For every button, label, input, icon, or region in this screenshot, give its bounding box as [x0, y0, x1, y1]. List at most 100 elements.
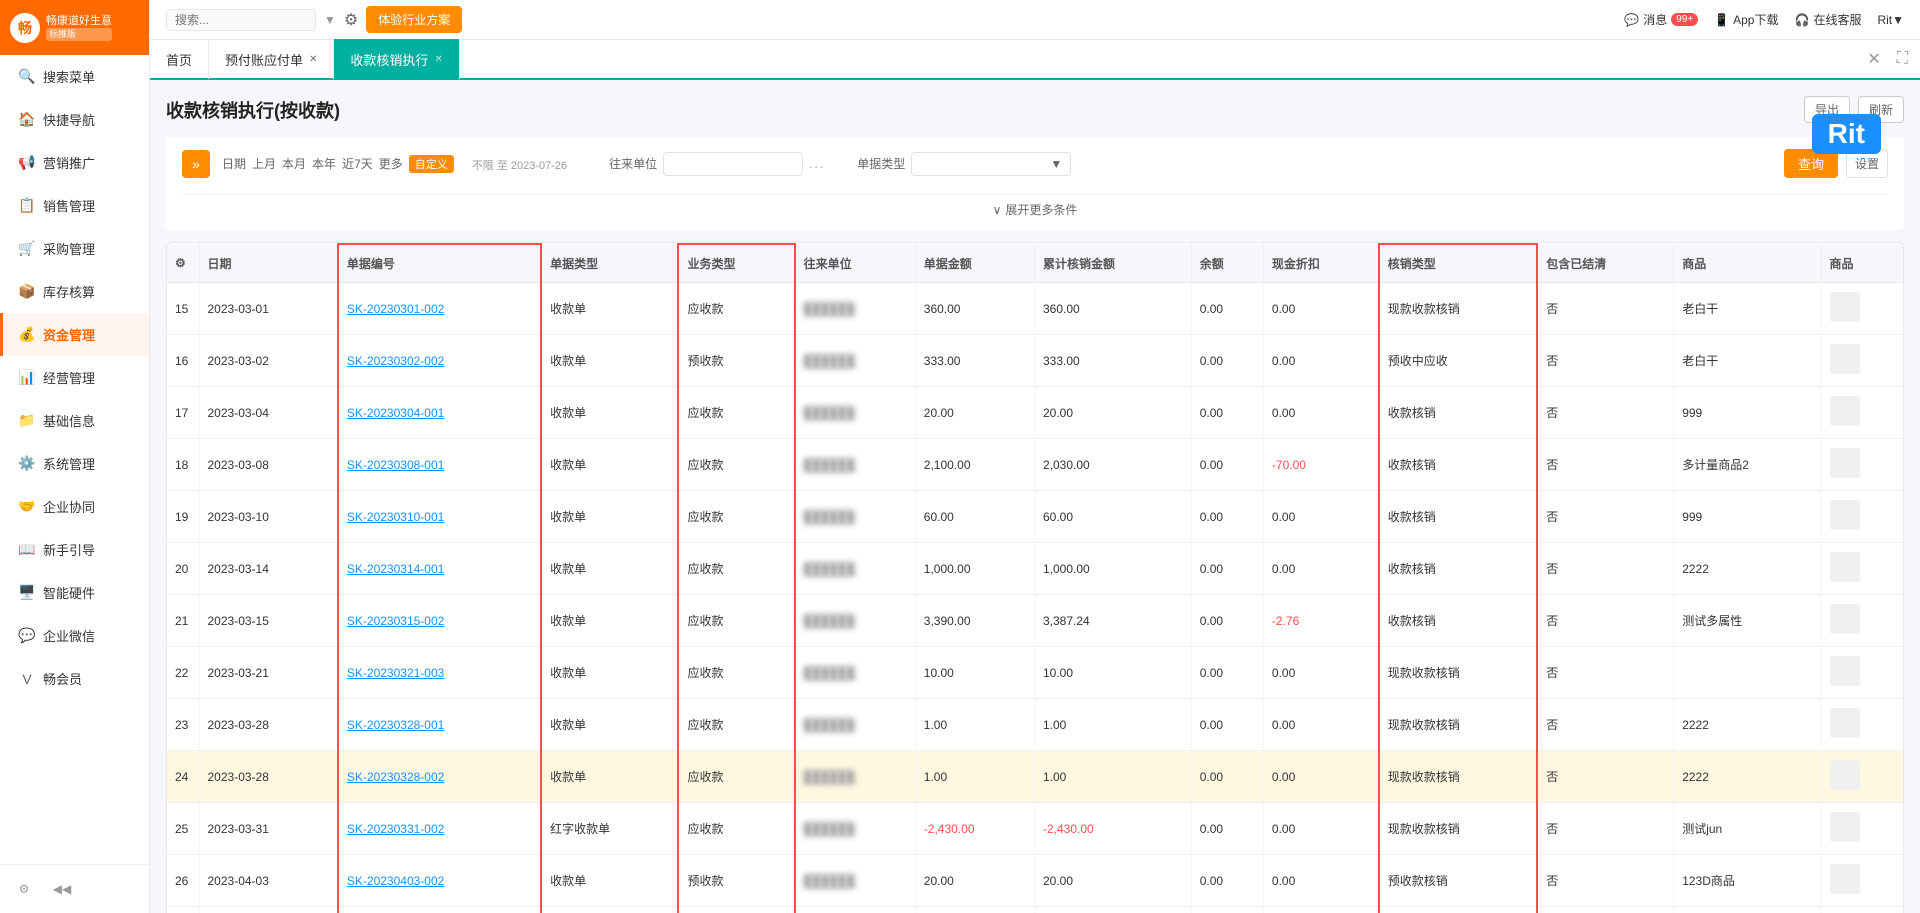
doctype-select[interactable]: ▼: [911, 152, 1071, 176]
doctype-arrow-icon: ▼: [1050, 157, 1062, 171]
date-7days[interactable]: 近7天: [342, 155, 373, 172]
logo-text: 畅康道好生意 标推版: [46, 14, 112, 42]
cell-num: 19: [167, 491, 199, 543]
doc-no-link[interactable]: SK-20230328-002: [347, 770, 444, 784]
settings-icon[interactable]: ⚙: [10, 875, 38, 903]
cell-writeoff-type: 现款收款核销: [1379, 803, 1537, 855]
tab-prepay[interactable]: 预付账应付单 ✕: [209, 39, 334, 79]
sidebar-item-member[interactable]: V畅会员: [0, 657, 149, 700]
cell-discount: 0.00: [1263, 751, 1378, 803]
th-settings[interactable]: ⚙: [167, 244, 199, 283]
cell-num: 22: [167, 647, 199, 699]
cell-writeoff: 100.00: [1035, 907, 1192, 913]
sidebar-item-sales[interactable]: 📋销售管理: [0, 184, 149, 227]
messages-button[interactable]: 💬 消息 99+: [1624, 11, 1698, 28]
cell-amount: 100.00: [915, 907, 1034, 913]
user-profile[interactable]: Rit▼: [1877, 13, 1904, 27]
table-row: 18 2023-03-08 SK-20230308-001 收款单 应收款 ██…: [167, 439, 1903, 491]
app-download-button[interactable]: 📱 App下载: [1714, 11, 1778, 28]
doc-no-link[interactable]: SK-20230321-003: [347, 666, 444, 680]
date-this-month[interactable]: 本月: [282, 155, 306, 172]
cell-biz-type: 应收款: [678, 647, 794, 699]
sidebar-item-inventory[interactable]: 📦库存核算: [0, 270, 149, 313]
cell-date: 2023-03-28: [199, 699, 338, 751]
doc-no-link[interactable]: SK-20230331-002: [347, 822, 444, 836]
close-tab-icon[interactable]: ✕: [1863, 49, 1884, 69]
cell-partner: ██████: [795, 595, 916, 647]
page-title: 收款核销执行(按收款): [166, 97, 340, 123]
date-more[interactable]: 更多: [379, 155, 403, 172]
doc-no-link[interactable]: SK-20230308-001: [347, 458, 444, 472]
sidebar-item-shortcut[interactable]: 🏠快捷导航: [0, 98, 149, 141]
sidebar-item-purchase[interactable]: 🛒采购管理: [0, 227, 149, 270]
sidebar-item-label-enterprise: 企业协同: [43, 497, 95, 516]
cell-num: 17: [167, 387, 199, 439]
cell-doc-type: 收款单: [541, 335, 678, 387]
marketing-nav-icon: 📢: [19, 155, 35, 171]
doc-no-link[interactable]: SK-20230302-002: [347, 354, 444, 368]
cell-discount: 0.00: [1263, 647, 1378, 699]
table-wrapper: ⚙ 日期 单据编号 单据类型 业务类型 往来单位 单据金额 累计核销金额 余额 …: [167, 243, 1903, 913]
doc-no-link[interactable]: SK-20230301-002: [347, 302, 444, 316]
cell-partner: ██████: [795, 543, 916, 595]
custom-date-button[interactable]: 自定义: [409, 155, 454, 173]
filter-toggle-button[interactable]: »: [182, 150, 210, 178]
doc-no-link[interactable]: SK-20230310-001: [347, 510, 444, 524]
tab-close-prepay[interactable]: ✕: [309, 54, 317, 65]
sidebar-item-basic[interactable]: 📁基础信息: [0, 399, 149, 442]
doc-no-link[interactable]: SK-20230314-001: [347, 562, 444, 576]
cell-biz-type: 应收款: [678, 387, 794, 439]
wechat-nav-icon: 💬: [19, 628, 35, 644]
sidebar-item-system[interactable]: ⚙️系统管理: [0, 442, 149, 485]
cell-balance: 0.00: [1191, 491, 1263, 543]
doc-no-link[interactable]: SK-20230328-001: [347, 718, 444, 732]
sidebar-item-marketing[interactable]: 📢营销推广: [0, 141, 149, 184]
cell-writeoff: 1.00: [1035, 699, 1192, 751]
sidebar-item-enterprise[interactable]: 🤝企业协同: [0, 485, 149, 528]
dropdown-arrow-icon[interactable]: ▼: [324, 13, 336, 27]
cell-writeoff-type: 现款收款核销: [1379, 699, 1537, 751]
sidebar-item-hardware[interactable]: 🖥️智能硬件: [0, 571, 149, 614]
tab-home[interactable]: 首页: [150, 39, 209, 79]
cell-doc-type: 收款单: [541, 699, 678, 751]
gear-icon[interactable]: ⚙: [344, 10, 358, 30]
cell-num: 24: [167, 751, 199, 803]
data-table-container: ⚙ 日期 单据编号 单据类型 业务类型 往来单位 单据金额 累计核销金额 余额 …: [166, 242, 1904, 913]
cell-biz-type: 预收款: [678, 855, 794, 907]
cell-doc-type: 收款单: [541, 907, 678, 913]
cell-num: 16: [167, 335, 199, 387]
industry-solution-button[interactable]: 体验行业方案: [366, 6, 462, 33]
table-row: 20 2023-03-14 SK-20230314-001 收款单 应收款 ██…: [167, 543, 1903, 595]
online-service-button[interactable]: 🎧 在线客服: [1794, 11, 1861, 28]
cell-writeoff: 2,030.00: [1035, 439, 1192, 491]
cell-discount: 0.00: [1263, 803, 1378, 855]
doc-no-link[interactable]: SK-20230304-001: [347, 406, 444, 420]
cell-writeoff: 60.00: [1035, 491, 1192, 543]
cell-product: [1674, 647, 1821, 699]
doc-no-link[interactable]: SK-20230403-002: [347, 874, 444, 888]
sidebar-item-search[interactable]: 🔍搜索菜单: [0, 55, 149, 98]
tab-close-writeoff[interactable]: ✕: [434, 54, 442, 65]
cell-doc-no: SK-20230301-002: [338, 283, 541, 335]
tab-writeoff[interactable]: 收款核销执行 ✕: [334, 39, 459, 79]
search-input[interactable]: [166, 9, 316, 31]
sidebar-item-operation[interactable]: 📊经营管理: [0, 356, 149, 399]
collapse-icon[interactable]: ◀◀: [48, 875, 76, 903]
topbar: ▼ ⚙ 体验行业方案 💬 消息 99+ 📱 App下载 🎧 在线客服 Rit▼: [150, 0, 1920, 40]
sidebar-item-wechat[interactable]: 💬企业微信: [0, 614, 149, 657]
system-nav-icon: ⚙️: [19, 456, 35, 472]
partner-input[interactable]: [663, 152, 803, 176]
date-filter-group: 日期 上月 本月 本年 近7天 更多 自定义: [222, 155, 460, 173]
doc-no-link[interactable]: SK-20230315-002: [347, 614, 444, 628]
cell-product2: [1821, 803, 1903, 855]
cell-included: 否: [1537, 699, 1673, 751]
expand-tab-icon[interactable]: ⛶: [1893, 50, 1912, 68]
sidebar-item-label-inventory: 库存核算: [43, 282, 95, 301]
expand-icon: ∨: [993, 203, 1002, 217]
date-this-year[interactable]: 本年: [312, 155, 336, 172]
sidebar-item-finance[interactable]: 💰资金管理: [0, 313, 149, 356]
date-last-month[interactable]: 上月: [252, 155, 276, 172]
sidebar-item-guide[interactable]: 📖新手引导: [0, 528, 149, 571]
expand-conditions-button[interactable]: ∨ 展开更多条件: [993, 201, 1078, 218]
table-row: 26 2023-04-03 SK-20230403-002 收款单 预收款 ██…: [167, 855, 1903, 907]
